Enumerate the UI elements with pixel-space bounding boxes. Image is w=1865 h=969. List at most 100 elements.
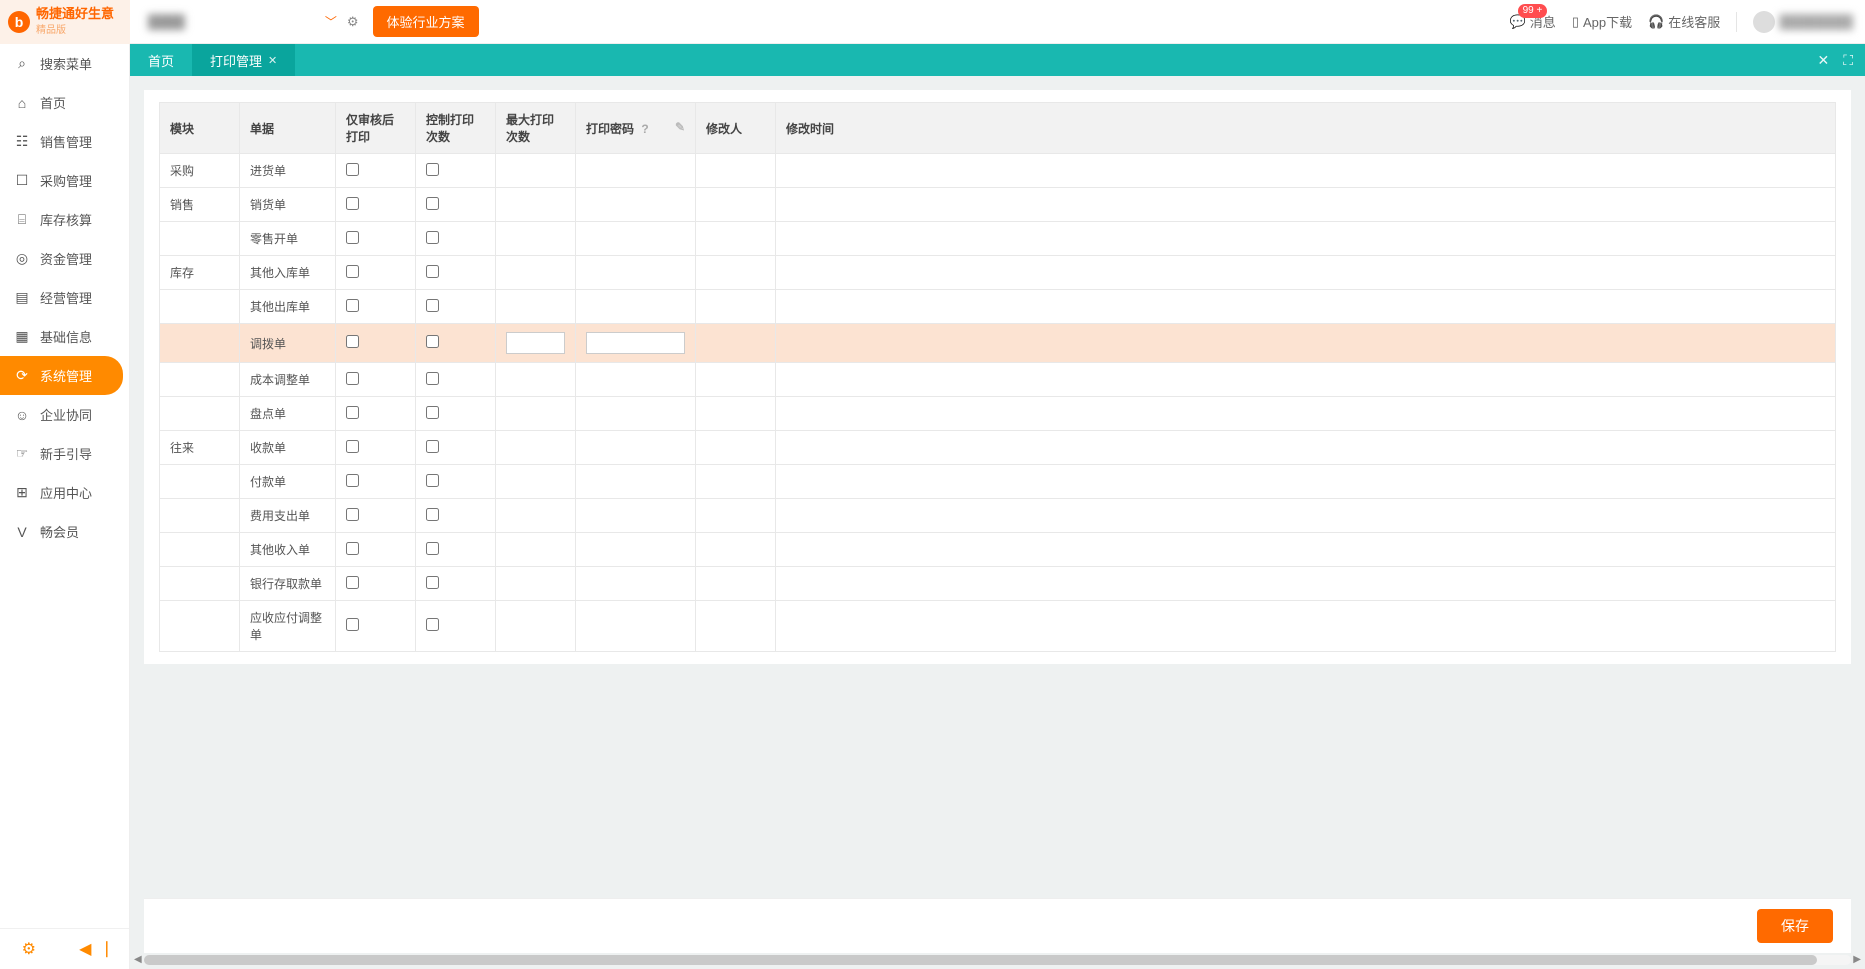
- ctrl-checkbox[interactable]: [426, 372, 439, 385]
- ctrl-checkbox[interactable]: [426, 299, 439, 312]
- ctrl-checkbox[interactable]: [426, 508, 439, 521]
- tenant-name[interactable]: ████: [148, 14, 185, 29]
- cell-audit: [336, 431, 416, 465]
- cell-max: [496, 499, 576, 533]
- table-row: 零售开单: [160, 222, 1836, 256]
- save-button[interactable]: 保存: [1757, 909, 1833, 943]
- avatar: [1753, 11, 1775, 33]
- sidebar-item-vip[interactable]: V畅会员: [0, 512, 129, 551]
- scroll-right-icon[interactable]: ▶: [1853, 954, 1861, 965]
- sidebar-settings-icon[interactable]: ⚙: [22, 939, 36, 959]
- table-row: 银行存取款单: [160, 567, 1836, 601]
- industry-plan-button[interactable]: 体验行业方案: [373, 6, 479, 37]
- sidebar-item-guide[interactable]: ☞新手引导: [0, 434, 129, 473]
- scroll-left-icon[interactable]: ◀: [134, 954, 142, 965]
- sidebar-item-label: 资金管理: [40, 249, 92, 268]
- sidebar-item-collab[interactable]: ☺企业协同: [0, 395, 129, 434]
- sidebar-item-label: 首页: [40, 93, 66, 112]
- cell-user: [696, 431, 776, 465]
- settings-icon[interactable]: ⚙: [347, 14, 359, 30]
- cell-pwd: [576, 256, 696, 290]
- cell-module: [160, 397, 240, 431]
- ctrl-checkbox[interactable]: [426, 335, 439, 348]
- sidebar-item-funds[interactable]: ◎ 资金管理: [0, 239, 129, 278]
- user-menu[interactable]: ████████: [1753, 11, 1853, 33]
- max-print-input[interactable]: [506, 332, 565, 354]
- print-password-input[interactable]: [586, 332, 685, 354]
- audit-checkbox[interactable]: [346, 265, 359, 278]
- sidebar-item-basic-info[interactable]: ▦基础信息: [0, 317, 129, 356]
- app-download-link[interactable]: ▯ App下载: [1572, 12, 1632, 31]
- tenant-chevron-icon[interactable]: ﹀: [325, 13, 337, 30]
- audit-checkbox[interactable]: [346, 197, 359, 210]
- audit-checkbox[interactable]: [346, 474, 359, 487]
- audit-checkbox[interactable]: [346, 299, 359, 312]
- cell-max: [496, 188, 576, 222]
- scrollbar-thumb[interactable]: [144, 955, 1817, 965]
- sidebar-item-home[interactable]: ⌂首页: [0, 83, 129, 122]
- cell-time: [776, 363, 1836, 397]
- print-management-panel: 模块 单据 仅审核后打印 控制打印次数 最大打印次数 打印密码 ? ✎: [144, 90, 1851, 664]
- audit-checkbox[interactable]: [346, 406, 359, 419]
- cell-max: [496, 397, 576, 431]
- ctrl-checkbox[interactable]: [426, 231, 439, 244]
- ctrl-checkbox[interactable]: [426, 440, 439, 453]
- cell-ctrl: [416, 567, 496, 601]
- cell-time: [776, 601, 1836, 652]
- search-menu-icon: ⌕: [14, 55, 30, 72]
- ctrl-checkbox[interactable]: [426, 163, 439, 176]
- audit-checkbox[interactable]: [346, 231, 359, 244]
- sidebar-item-label: 经营管理: [40, 288, 92, 307]
- ctrl-checkbox[interactable]: [426, 474, 439, 487]
- logo[interactable]: b 畅捷通好生意 精品版: [0, 0, 130, 44]
- audit-checkbox[interactable]: [346, 508, 359, 521]
- sidebar-item-system[interactable]: ⟳系统管理: [0, 356, 123, 395]
- tab-打印管理[interactable]: 打印管理 ✕: [192, 44, 295, 76]
- fullscreen-icon[interactable]: ⛶: [1843, 52, 1853, 69]
- ctrl-checkbox[interactable]: [426, 197, 439, 210]
- cell-user: [696, 290, 776, 324]
- th-module: 模块: [160, 103, 240, 154]
- cell-ctrl: [416, 601, 496, 652]
- cell-time: [776, 188, 1836, 222]
- sidebar-item-operation[interactable]: ▤经营管理: [0, 278, 129, 317]
- cell-pwd: [576, 533, 696, 567]
- ctrl-checkbox[interactable]: [426, 542, 439, 555]
- ctrl-checkbox[interactable]: [426, 618, 439, 631]
- cell-user: [696, 363, 776, 397]
- sidebar-item-sales[interactable]: ☷销售管理: [0, 122, 129, 161]
- funds-icon: ◎: [14, 250, 30, 267]
- sidebar-item-purchase[interactable]: ☐采购管理: [0, 161, 129, 200]
- table-row: 往来收款单: [160, 431, 1836, 465]
- cell-time: [776, 324, 1836, 363]
- horizontal-scrollbar[interactable]: ◀ ▶: [144, 955, 1851, 965]
- audit-checkbox[interactable]: [346, 576, 359, 589]
- online-service-link[interactable]: 🎧 在线客服: [1648, 12, 1720, 31]
- purchase-icon: ☐: [14, 172, 30, 189]
- edit-column-icon[interactable]: ✎: [675, 120, 685, 134]
- sidebar-item-apps[interactable]: ⊞应用中心: [0, 473, 129, 512]
- ctrl-checkbox[interactable]: [426, 406, 439, 419]
- audit-checkbox[interactable]: [346, 440, 359, 453]
- tab-close-all-icon[interactable]: ✕: [1817, 52, 1829, 69]
- audit-checkbox[interactable]: [346, 372, 359, 385]
- sidebar-item-search-menu[interactable]: ⌕搜索菜单: [0, 44, 129, 83]
- audit-checkbox[interactable]: [346, 618, 359, 631]
- cell-user: [696, 465, 776, 499]
- audit-checkbox[interactable]: [346, 163, 359, 176]
- tab-close-icon[interactable]: ✕: [268, 54, 277, 67]
- messages-link[interactable]: 💬 消息 99 +: [1510, 12, 1556, 31]
- tab-label: 打印管理: [210, 51, 262, 70]
- sidebar-item-inventory[interactable]: ⌸库存核算: [0, 200, 129, 239]
- ctrl-checkbox[interactable]: [426, 576, 439, 589]
- audit-checkbox[interactable]: [346, 335, 359, 348]
- audit-checkbox[interactable]: [346, 542, 359, 555]
- help-icon[interactable]: ?: [641, 122, 648, 136]
- cell-doc: 收款单: [240, 431, 336, 465]
- table-row: 其他收入单: [160, 533, 1836, 567]
- sidebar-collapse-icon[interactable]: ◀⎹: [79, 939, 107, 959]
- tab-首页[interactable]: 首页: [130, 44, 192, 76]
- cell-pwd: [576, 154, 696, 188]
- ctrl-checkbox[interactable]: [426, 265, 439, 278]
- cell-audit: [336, 290, 416, 324]
